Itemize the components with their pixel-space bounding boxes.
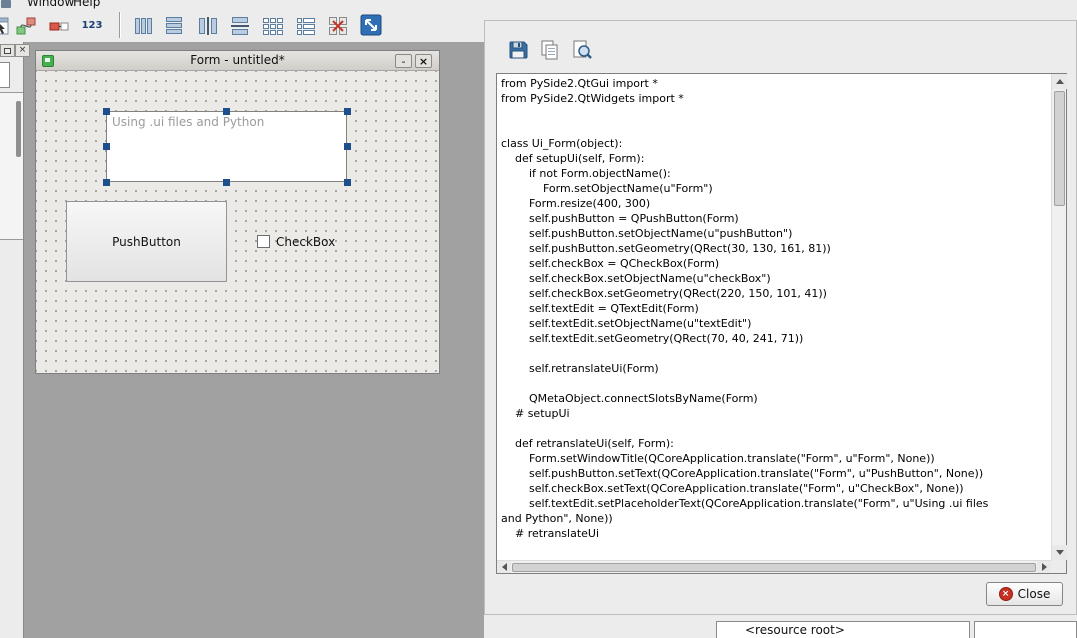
checkbox-label: CheckBox (276, 235, 335, 249)
form-canvas[interactable]: Using .ui files and Python PushButton Ch… (36, 71, 439, 373)
selection-handle-top-left[interactable] (103, 108, 110, 115)
adjust-size-icon[interactable] (358, 12, 384, 38)
code-line (501, 421, 1049, 436)
dock-close-button[interactable]: × (15, 44, 30, 57)
code-line: def setupUi(self, Form): (501, 151, 1049, 166)
close-button-label: Close (1018, 587, 1051, 601)
code-line: from PySide2.QtWidgets import * (501, 91, 1049, 106)
form-titlebar[interactable]: Form - untitled* - × (36, 51, 439, 71)
tab-order-icon-text: 123 (82, 20, 103, 31)
code-line: self.checkBox.setGeometry(QRect(220, 150… (501, 286, 1049, 301)
form-editor-window: Form - untitled* - × Using .ui files and… (35, 50, 440, 374)
code-line (501, 121, 1049, 136)
code-view[interactable]: from PySide2.QtGui import *from PySide2.… (496, 73, 1067, 574)
code-line: self.textEdit.setGeometry(QRect(70, 40, … (501, 331, 1049, 346)
textedit-widget[interactable]: Using .ui files and Python (106, 111, 347, 182)
code-line: self.textEdit.setPlaceholderText(QCoreAp… (501, 496, 1049, 511)
resource-root-item[interactable]: <resource root> (716, 621, 970, 638)
find-icon[interactable] (570, 38, 594, 62)
code-line: QMetaObject.connectSlotsByName(Form) (501, 391, 1049, 406)
code-line: Form.resize(400, 300) (501, 196, 1049, 211)
save-icon[interactable] (506, 38, 530, 62)
menu-icon-fragment (1, 0, 11, 8)
selection-handle-middle-left[interactable] (103, 143, 110, 150)
close-circle-icon: × (999, 587, 1013, 601)
scroll-right-button[interactable] (1037, 561, 1051, 573)
scroll-up-button[interactable] (1052, 74, 1067, 89)
form-window-title: Form - untitled* (36, 51, 439, 71)
edit-widgets-icon[interactable] (0, 14, 12, 38)
code-text: from PySide2.QtGui import *from PySide2.… (497, 74, 1051, 560)
selection-handle-middle-right[interactable] (344, 143, 351, 150)
code-preview-dialog: from PySide2.QtGui import *from PySide2.… (484, 20, 1077, 615)
vertical-scrollbar-thumb[interactable] (1054, 91, 1065, 206)
code-line: class Ui_Form(object): (501, 136, 1049, 151)
layout-horizontal-icon[interactable] (132, 14, 156, 38)
edit-signals-slots-icon[interactable] (14, 14, 38, 38)
selection-handle-top-middle[interactable] (223, 108, 230, 115)
edit-tab-order-icon[interactable]: 123 (79, 13, 105, 37)
code-line: self.retranslateUi(Form) (501, 361, 1049, 376)
filter-input-fragment[interactable] (0, 62, 10, 88)
minimize-button[interactable]: - (395, 54, 412, 68)
code-line (501, 376, 1049, 391)
break-layout-icon[interactable] (326, 14, 350, 38)
selection-handle-top-right[interactable] (344, 108, 351, 115)
designer-main-window: Window Help 123 (0, 0, 1077, 638)
dialog-close-button[interactable]: × Close (986, 582, 1063, 606)
code-line: # retranslateUi (501, 526, 1049, 541)
checkbox-box[interactable] (257, 235, 270, 248)
edit-buddies-icon[interactable] (47, 14, 71, 38)
code-line: Form.setWindowTitle(QCoreApplication.tra… (501, 451, 1049, 466)
scroll-down-button[interactable] (1052, 545, 1067, 560)
code-line: def retranslateUi(self, Form): (501, 436, 1049, 451)
code-line: self.pushButton.setGeometry(QRect(30, 13… (501, 241, 1049, 256)
code-vertical-scrollbar[interactable] (1051, 74, 1066, 560)
menubar: Window Help (0, 0, 1077, 9)
selection-handle-bottom-middle[interactable] (223, 179, 230, 186)
code-line (501, 346, 1049, 361)
code-line: # setupUi (501, 406, 1049, 421)
code-line (501, 106, 1049, 121)
code-line: self.pushButton.setText(QCoreApplication… (501, 466, 1049, 481)
checkbox-widget[interactable]: CheckBox (256, 221, 357, 262)
code-line: self.pushButton = QPushButton(Form) (501, 211, 1049, 226)
close-button[interactable]: × (415, 54, 432, 68)
textedit-placeholder: Using .ui files and Python (107, 112, 346, 132)
resource-root-label: <resource root> (717, 622, 969, 638)
code-line: Form.setObjectName(u"Form") (501, 181, 1049, 196)
code-line: if not Form.objectName(): (501, 166, 1049, 181)
selection-handle-bottom-left[interactable] (103, 179, 110, 186)
toolbar-separator (119, 12, 121, 38)
layout-vertical-splitter-icon[interactable] (228, 14, 252, 38)
pushbutton-widget[interactable]: PushButton (66, 201, 227, 282)
layout-vertical-icon[interactable] (162, 14, 186, 38)
resource-panel-fragment (974, 621, 1077, 638)
layout-horizontal-splitter-icon[interactable] (196, 14, 220, 38)
menu-help[interactable]: Help (73, 0, 100, 9)
code-line: self.textEdit.setObjectName(u"textEdit") (501, 316, 1049, 331)
widgetbox-scrollbar-thumb[interactable] (16, 101, 21, 157)
horizontal-scrollbar-thumb[interactable] (512, 563, 1036, 572)
code-line: self.checkBox = QCheckBox(Form) (501, 256, 1049, 271)
code-horizontal-scrollbar[interactable] (497, 560, 1051, 573)
float-icon (4, 48, 11, 54)
code-line: from PySide2.QtGui import * (501, 76, 1049, 91)
close-icon: × (19, 46, 27, 55)
code-line: self.textEdit = QTextEdit(Form) (501, 301, 1049, 316)
layout-grid-icon[interactable] (260, 14, 286, 38)
selection-handle-bottom-right[interactable] (344, 179, 351, 186)
dock-float-button[interactable] (0, 44, 15, 57)
copy-icon[interactable] (538, 38, 562, 62)
code-line: and Python", None)) (501, 511, 1049, 526)
scroll-left-button[interactable] (497, 561, 511, 573)
widgetbox-fragment (0, 92, 23, 240)
code-line: self.pushButton.setObjectName(u"pushButt… (501, 226, 1049, 241)
menu-window[interactable]: Window (27, 0, 74, 9)
code-line: self.checkBox.setObjectName(u"checkBox") (501, 271, 1049, 286)
layout-form-icon[interactable] (294, 14, 318, 38)
code-line: self.checkBox.setText(QCoreApplication.t… (501, 481, 1049, 496)
scrollbar-corner (1051, 560, 1066, 573)
